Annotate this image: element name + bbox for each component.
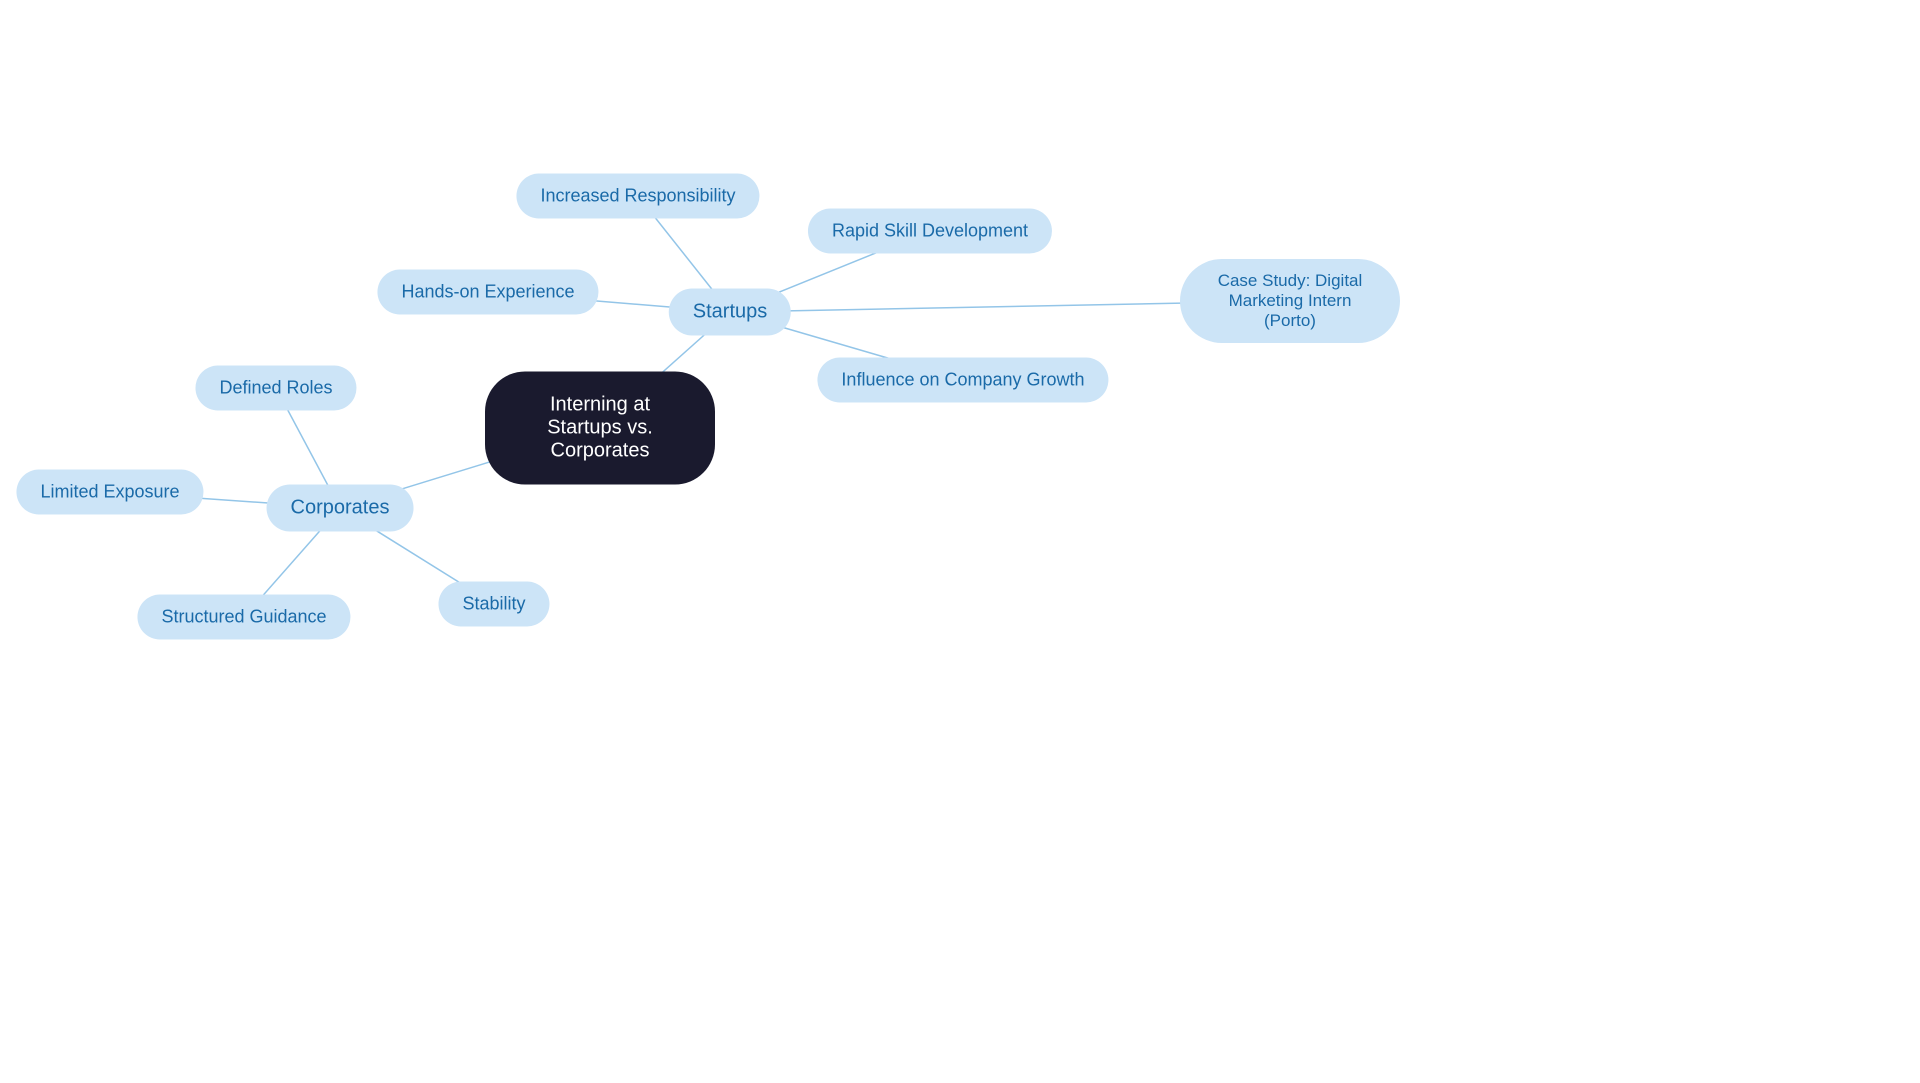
connections-svg bbox=[0, 0, 1920, 1083]
leaf-node-defined-roles: Defined Roles bbox=[195, 366, 356, 411]
leaf-node-increased-responsibility: Increased Responsibility bbox=[516, 174, 759, 219]
leaf-node-influence-on-company-growth: Influence on Company Growth bbox=[817, 358, 1108, 403]
branch-node-startups: Startups bbox=[669, 289, 791, 336]
leaf-node-rapid-skill-development: Rapid Skill Development bbox=[808, 209, 1052, 254]
leaf-node-structured-guidance: Structured Guidance bbox=[137, 595, 350, 640]
leaf-node-case-study: Case Study: Digital Marketing Intern (Po… bbox=[1180, 259, 1400, 343]
mind-map: Interning at Startups vs. Corporates Star… bbox=[0, 0, 1920, 1083]
leaf-node-limited-exposure: Limited Exposure bbox=[16, 470, 203, 515]
branch-node-corporates: Corporates bbox=[267, 485, 414, 532]
leaf-node-stability: Stability bbox=[438, 582, 549, 627]
center-node: Interning at Startups vs. Corporates bbox=[485, 372, 715, 485]
leaf-node-hands-on-experience: Hands-on Experience bbox=[377, 270, 598, 315]
